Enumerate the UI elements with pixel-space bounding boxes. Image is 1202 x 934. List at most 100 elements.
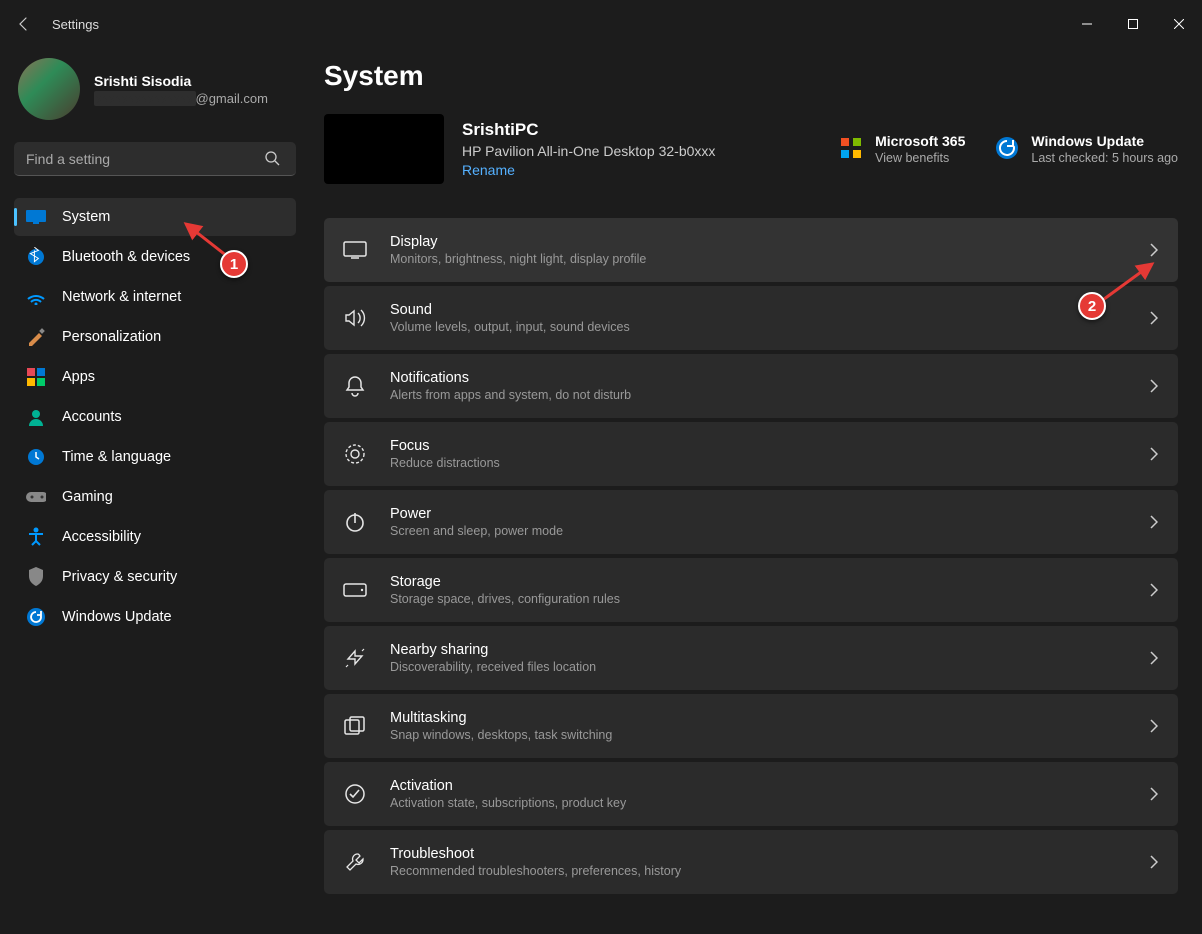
setting-sub: Discoverability, received files location [390,660,1150,674]
sidebar-item-label: Accounts [62,409,122,425]
setting-item-focus[interactable]: Focus Reduce distractions [324,422,1178,486]
sidebar-item-accessibility[interactable]: Accessibility [14,518,296,556]
setting-item-troubleshoot[interactable]: Troubleshoot Recommended troubleshooters,… [324,830,1178,894]
promo-title: Microsoft 365 [875,133,965,149]
sidebar: Srishti Sisodia xxxxxxxxxxxxxxx@gmail.co… [0,48,310,934]
sidebar-item-label: Gaming [62,489,113,505]
sidebar-item-privacy[interactable]: Privacy & security [14,558,296,596]
personalization-icon [26,327,46,347]
sidebar-item-bluetooth[interactable]: Bluetooth & devices [14,238,296,276]
sidebar-item-system[interactable]: System [14,198,296,236]
annotation-badge-2: 2 [1078,292,1106,320]
setting-item-activation[interactable]: Activation Activation state, subscription… [324,762,1178,826]
profile-email: xxxxxxxxxxxxxxx@gmail.com [94,91,268,106]
chevron-right-icon [1150,651,1158,665]
chevron-right-icon [1150,379,1158,393]
chevron-right-icon [1150,719,1158,733]
window-title: Settings [52,17,99,32]
main-content: System SrishtiPC HP Pavilion All-in-One … [310,48,1202,934]
setting-title: Sound [390,302,1150,318]
setting-sub: Reduce distractions [390,456,1150,470]
time-icon [26,447,46,467]
setting-title: Troubleshoot [390,846,1150,862]
setting-sub: Monitors, brightness, night light, displ… [390,252,1150,266]
setting-item-storage[interactable]: Storage Storage space, drives, configurat… [324,558,1178,622]
setting-title: Notifications [390,370,1150,386]
setting-title: Nearby sharing [390,642,1150,658]
back-button[interactable] [12,12,36,36]
setting-sub: Activation state, subscriptions, product… [390,796,1150,810]
sidebar-item-apps[interactable]: Apps [14,358,296,396]
setting-title: Activation [390,778,1150,794]
sidebar-item-gaming[interactable]: Gaming [14,478,296,516]
setting-item-display[interactable]: Display Monitors, brightness, night light… [324,218,1178,282]
setting-title: Display [390,234,1150,250]
sound-icon [342,305,368,331]
setting-title: Power [390,506,1150,522]
sidebar-item-label: System [62,209,110,225]
setting-title: Multitasking [390,710,1150,726]
search-container [14,142,300,176]
promo-sub: View benefits [875,151,965,165]
chevron-right-icon [1150,515,1158,529]
multitasking-icon [342,713,368,739]
promo-sub: Last checked: 5 hours ago [1031,151,1178,165]
nearby-icon [342,645,368,671]
page-title: System [324,60,1178,92]
profile-block[interactable]: Srishti Sisodia xxxxxxxxxxxxxxx@gmail.co… [14,58,300,120]
focus-icon [342,441,368,467]
chevron-right-icon [1150,855,1158,869]
device-row: SrishtiPC HP Pavilion All-in-One Desktop… [324,114,1178,184]
promo-microsoft365[interactable]: Microsoft 365 View benefits [839,133,965,165]
sidebar-item-accounts[interactable]: Accounts [14,398,296,436]
system-icon [26,207,46,227]
sidebar-item-label: Time & language [62,449,171,465]
titlebar: Settings [0,0,1202,48]
annotation-badge-1: 1 [220,250,248,278]
update-icon [995,136,1019,160]
device-image [324,114,444,184]
setting-sub: Volume levels, output, input, sound devi… [390,320,1150,334]
sidebar-item-update[interactable]: Windows Update [14,598,296,636]
setting-item-nearby[interactable]: Nearby sharing Discoverability, received … [324,626,1178,690]
sidebar-item-label: Accessibility [62,529,141,545]
promo-windows-update[interactable]: Windows Update Last checked: 5 hours ago [995,133,1178,165]
minimize-button[interactable] [1064,8,1110,40]
network-icon [26,287,46,307]
bluetooth-icon [26,247,46,267]
nav-list: System Bluetooth & devices Network & inter… [14,198,300,636]
troubleshoot-icon [342,849,368,875]
setting-item-sound[interactable]: Sound Volume levels, output, input, sound… [324,286,1178,350]
setting-sub: Storage space, drives, configuration rul… [390,592,1150,606]
setting-sub: Snap windows, desktops, task switching [390,728,1150,742]
notifications-icon [342,373,368,399]
sidebar-item-label: Network & internet [62,289,181,305]
chevron-right-icon [1150,311,1158,325]
setting-item-multitasking[interactable]: Multitasking Snap windows, desktops, task… [324,694,1178,758]
sidebar-item-label: Apps [62,369,95,385]
search-input[interactable] [14,142,296,176]
setting-title: Storage [390,574,1150,590]
setting-sub: Recommended troubleshooters, preferences… [390,864,1150,878]
sidebar-item-label: Personalization [62,329,161,345]
settings-list: Display Monitors, brightness, night light… [324,218,1178,894]
apps-icon [26,367,46,387]
sidebar-item-personalization[interactable]: Personalization [14,318,296,356]
setting-item-notifications[interactable]: NotificationsAlerts from apps and system… [324,354,1178,418]
power-icon [342,509,368,535]
window-controls [1064,8,1202,40]
chevron-right-icon [1150,787,1158,801]
maximize-button[interactable] [1110,8,1156,40]
chevron-right-icon [1150,583,1158,597]
display-icon [342,237,368,263]
rename-link[interactable]: Rename [462,162,715,178]
sidebar-item-network[interactable]: Network & internet [14,278,296,316]
sidebar-item-label: Windows Update [62,609,172,625]
setting-title: Focus [390,438,1150,454]
accounts-icon [26,407,46,427]
sidebar-item-time[interactable]: Time & language [14,438,296,476]
sidebar-item-label: Bluetooth & devices [62,249,190,265]
setting-sub: Screen and sleep, power mode [390,524,1150,538]
close-button[interactable] [1156,8,1202,40]
setting-item-power[interactable]: Power Screen and sleep, power mode [324,490,1178,554]
